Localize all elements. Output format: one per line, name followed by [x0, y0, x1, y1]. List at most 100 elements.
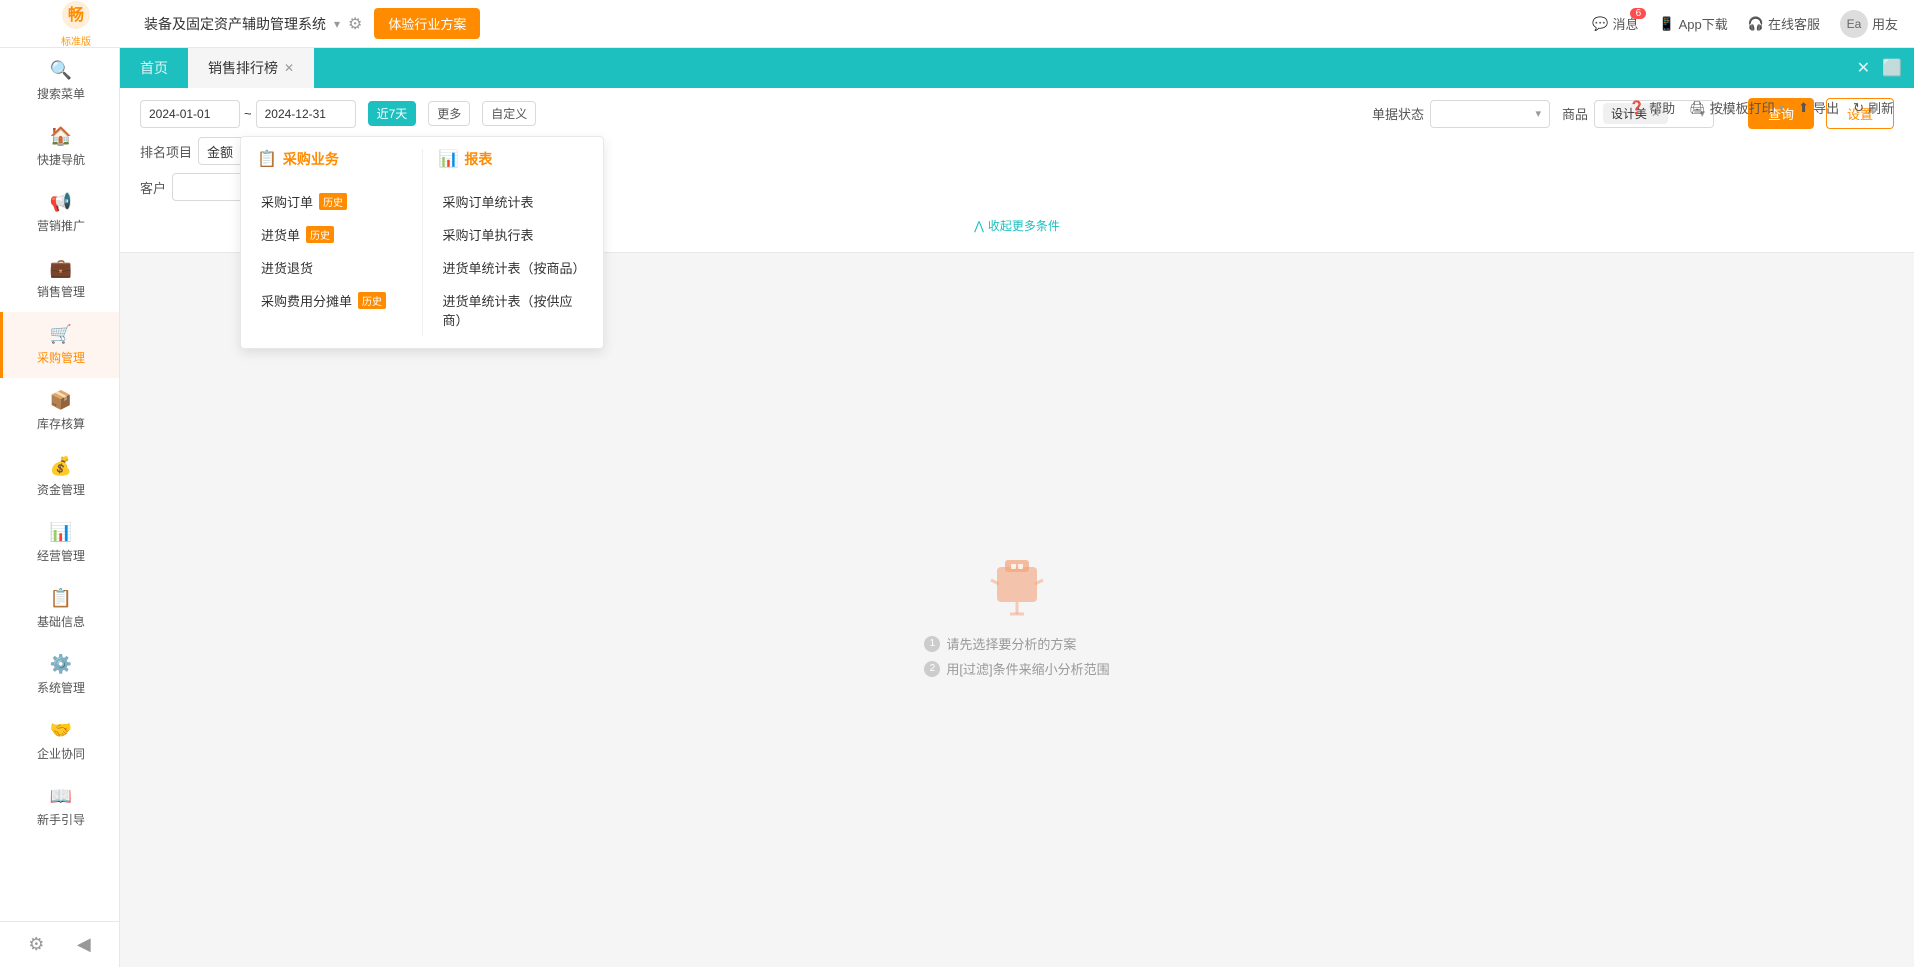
dropdown-item-purchase-order[interactable]: 采购订单 历史: [257, 185, 406, 218]
messages-badge: 6: [1630, 8, 1646, 19]
sidebar-label-funds: 资金管理: [37, 481, 85, 498]
voucher-status-group: 单据状态 ▾: [1372, 100, 1550, 128]
sidebar-item-guide[interactable]: 📖 新手引导: [0, 774, 119, 840]
sidebar-item-system[interactable]: ⚙️ 系统管理: [0, 642, 119, 708]
book-icon: 📖: [50, 786, 72, 807]
period-btn-custom[interactable]: 自定义: [482, 101, 536, 126]
tab-home-label: 首页: [140, 58, 168, 78]
dropdown-item-purchase-return[interactable]: 进货退货: [257, 251, 406, 284]
sidebar-item-basic-info[interactable]: 📋 基础信息: [0, 576, 119, 642]
sidebar-item-purchase[interactable]: 🛒 采购管理: [0, 312, 119, 378]
dropdown-item-report-1[interactable]: 采购订单统计表: [439, 185, 588, 218]
dropdown-item-purchase-expense[interactable]: 采购费用分摊单 历史: [257, 284, 406, 317]
empty-hint-2: 用[过滤]条件来缩小分析范围: [946, 659, 1109, 678]
sidebar-label-purchase: 采购管理: [37, 349, 85, 366]
tab-sales-ranking-label: 销售排行榜: [208, 58, 278, 78]
sidebar-item-funds[interactable]: 💰 资金管理: [0, 444, 119, 510]
help-icon: ❓: [1629, 100, 1645, 116]
app-download-label: App下载: [1679, 14, 1728, 33]
system-settings-icon[interactable]: ⚙: [348, 14, 362, 34]
dropdown-item-report-3[interactable]: 进货单统计表（按商品）: [439, 251, 588, 284]
megaphone-icon: 📢: [50, 192, 72, 213]
report-col-icon: 📊: [439, 149, 459, 169]
date-start-input[interactable]: [140, 100, 240, 128]
sidebar-label-operations: 经营管理: [37, 547, 85, 564]
sidebar-item-operations[interactable]: 📊 经营管理: [0, 510, 119, 576]
period-btn-more[interactable]: 更多: [428, 101, 470, 126]
sidebar-label-basic-info: 基础信息: [37, 613, 85, 630]
sidebar-label-search: 搜索菜单: [37, 85, 85, 102]
user-menu-button[interactable]: Ea 用友: [1840, 10, 1898, 38]
report-3-label: 进货单统计表（按商品）: [443, 258, 584, 277]
app-download-button[interactable]: 📱 App下载: [1658, 14, 1727, 33]
tab-sales-ranking[interactable]: 销售排行榜 ✕: [188, 48, 314, 88]
maximize-window-icon[interactable]: ⬜: [1882, 58, 1902, 78]
purchase-inbound-label: 进货单: [261, 225, 300, 244]
clipboard-icon: 📋: [50, 588, 72, 609]
empty-illustration: [977, 542, 1057, 622]
sidebar-item-quick-nav[interactable]: 🏠 快捷导航: [0, 114, 119, 180]
report-4-label: 进货单统计表（按供应商）: [443, 291, 584, 329]
right-toolbar: ❓ 帮助 🖨 按模板打印 ▾ ⬆ 导出 ↻ 刷新: [1629, 98, 1894, 117]
date-separator: ~: [244, 106, 252, 121]
dropdown-purchase-title: 📋 采购业务: [257, 149, 406, 175]
help-button[interactable]: ❓ 帮助: [1629, 98, 1675, 117]
header-right: 💬 消息 6 📱 App下载 🎧 在线客服 Ea 用友: [1592, 10, 1898, 38]
purchase-col-title-label: 采购业务: [283, 149, 339, 169]
system-title-area: 装备及固定资产辅助管理系统 ▾ ⚙: [144, 14, 362, 34]
tab-home[interactable]: 首页: [120, 48, 188, 88]
report-col-title-label: 报表: [464, 149, 492, 169]
sidebar-label-system: 系统管理: [37, 679, 85, 696]
trial-button[interactable]: 体验行业方案: [374, 8, 480, 39]
refresh-button[interactable]: ↻ 刷新: [1853, 98, 1894, 117]
phone-icon: 📱: [1658, 16, 1674, 32]
money-icon: 💰: [50, 456, 72, 477]
report-2-label: 采购订单执行表: [443, 225, 534, 244]
logo-tagline: 标准版: [61, 33, 91, 48]
period-btn-7days[interactable]: 近7天: [368, 101, 417, 126]
tab-right-icons: ✕ ⬜: [1857, 58, 1914, 78]
content-area: 首页 销售排行榜 ✕ ✕ ⬜ ~ 近7天: [120, 48, 1914, 967]
ranking-value: 金额: [207, 142, 233, 161]
system-title-dropdown-icon[interactable]: ▾: [334, 17, 340, 31]
collapse-sidebar-icon[interactable]: ◀: [77, 934, 91, 955]
user-label: 用友: [1872, 14, 1898, 33]
dropdown-item-report-2[interactable]: 采购订单执行表: [439, 218, 588, 251]
refresh-icon: ↻: [1853, 100, 1864, 116]
close-window-icon[interactable]: ✕: [1857, 58, 1870, 78]
refresh-label: 刷新: [1868, 98, 1894, 117]
sidebar-label-guide: 新手引导: [37, 811, 85, 828]
tab-close-icon[interactable]: ✕: [284, 61, 294, 75]
messages-button[interactable]: 💬 消息 6: [1592, 14, 1638, 33]
goods-label: 商品: [1562, 104, 1588, 123]
sidebar-item-marketing[interactable]: 📢 营销推广: [0, 180, 119, 246]
sidebar-item-search[interactable]: 🔍 搜索菜单: [0, 48, 119, 114]
tab-bar: 首页 销售排行榜 ✕ ✕ ⬜: [120, 48, 1914, 88]
sidebar-item-sales[interactable]: 💼 销售管理: [0, 246, 119, 312]
voucher-status-chevron: ▾: [1535, 107, 1541, 120]
bottom-settings-icon[interactable]: ⚙: [28, 934, 44, 955]
gear-icon: ⚙️: [50, 654, 72, 675]
customer-label: 客户: [140, 178, 166, 197]
online-service-button[interactable]: 🎧 在线客服: [1748, 14, 1820, 33]
export-button[interactable]: ⬆ 导出: [1798, 98, 1839, 117]
collapse-arrow-icon: ⋀: [974, 219, 984, 233]
purchase-col-icon: 📋: [257, 149, 277, 169]
online-service-label: 在线客服: [1768, 14, 1820, 33]
home-icon: 🏠: [50, 126, 72, 147]
dropdown-item-report-4[interactable]: 进货单统计表（按供应商）: [439, 284, 588, 336]
print-button[interactable]: 🖨 按模板打印 ▾: [1689, 98, 1784, 117]
date-end-input[interactable]: [256, 100, 356, 128]
sidebar-label-stock: 库存核算: [37, 415, 85, 432]
sidebar-item-enterprise[interactable]: 🤝 企业协同: [0, 708, 119, 774]
main-layout: 🔍 搜索菜单 🏠 快捷导航 📢 营销推广 💼 销售管理 🛒 采购管理 📦 库存核…: [0, 48, 1914, 967]
avatar: Ea: [1840, 10, 1868, 38]
dropdown-item-purchase-inbound[interactable]: 进货单 历史: [257, 218, 406, 251]
sidebar-item-stock[interactable]: 📦 库存核算: [0, 378, 119, 444]
purchase-expense-hist-tag: 历史: [358, 292, 386, 309]
collapse-conditions-btn[interactable]: ⋀ 收起更多条件: [966, 209, 1068, 242]
page-content: 1 请先选择要分析的方案 2 用[过滤]条件来缩小分析范围: [120, 253, 1914, 967]
dropdown-purchase-col: 📋 采购业务 采购订单 历史 进货单 历史 进货退货 采购费用分摊单 历史: [241, 149, 422, 336]
sidebar-label-marketing: 营销推广: [37, 217, 85, 234]
search-icon: 🔍: [50, 60, 72, 81]
